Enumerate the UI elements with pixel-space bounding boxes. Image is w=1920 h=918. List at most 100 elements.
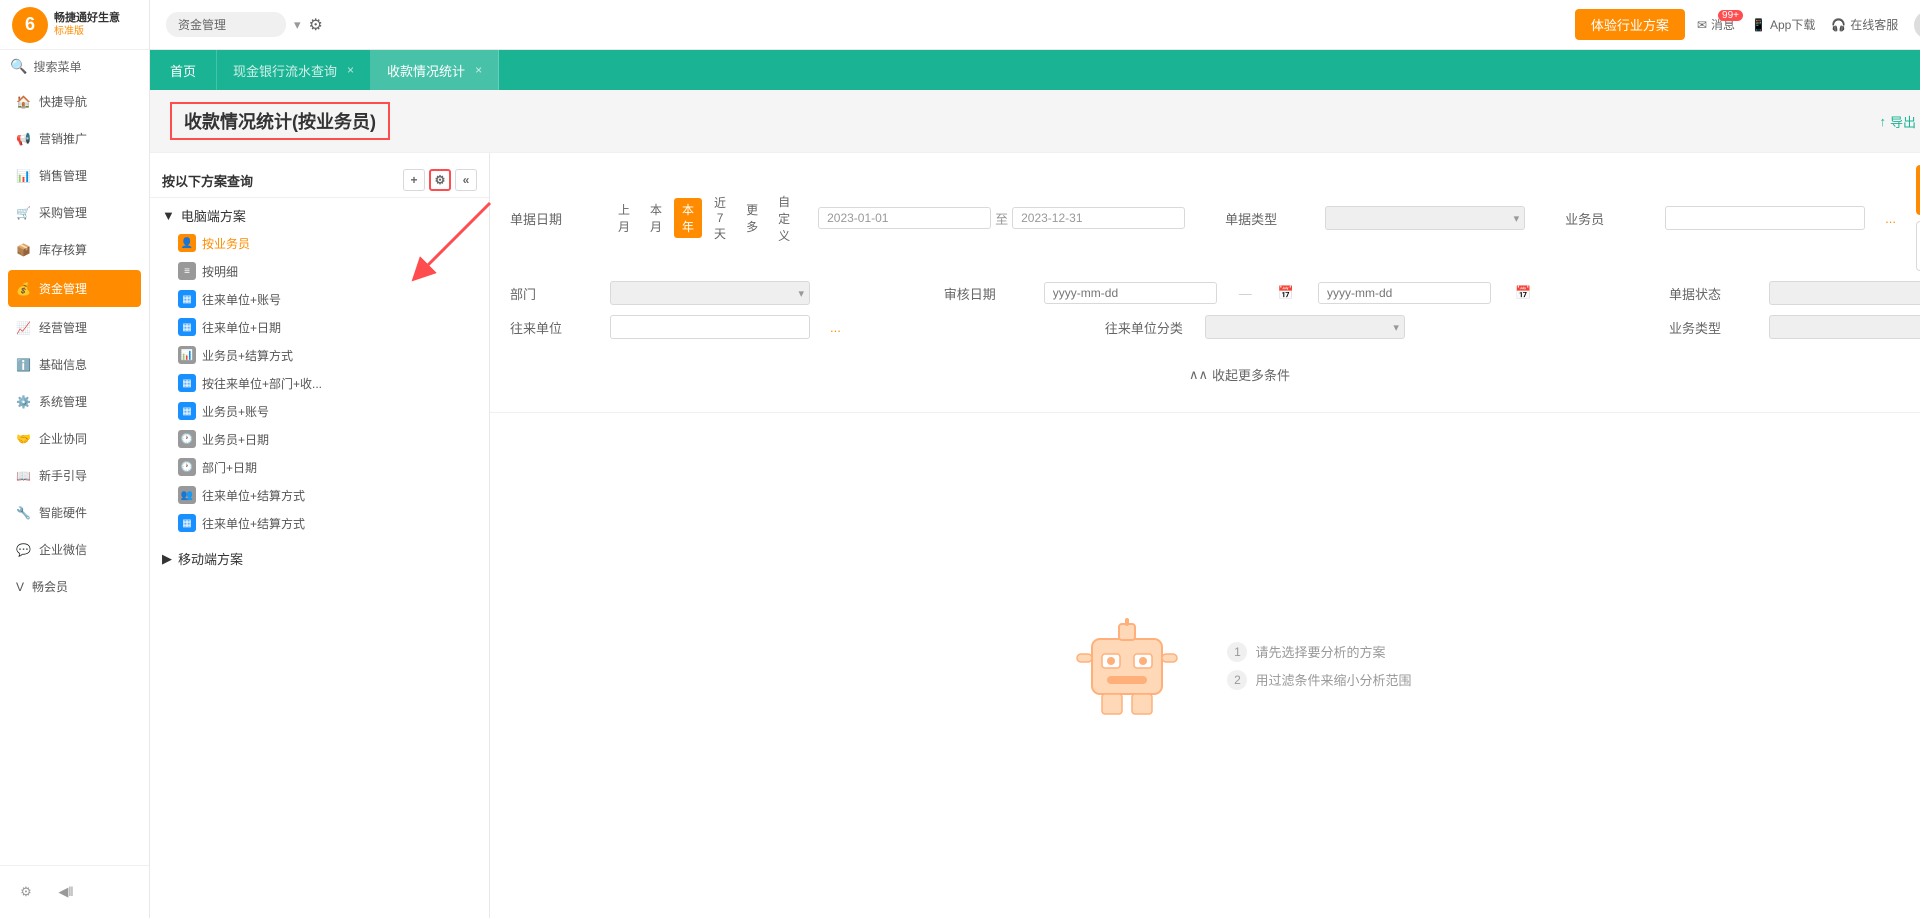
main-content: 资金管理 ▾ ⚙ 体验行业方案 ✉ 消息 99+ 📱 App下载 🎧 在线客服 … xyxy=(150,0,1920,918)
voucher-status-label: 单据状态 xyxy=(1669,284,1749,303)
breadcrumb-input[interactable]: 资金管理 xyxy=(166,12,286,37)
date-btn-last-month[interactable]: 上月 xyxy=(610,198,638,238)
close-bank-flow-tab-icon[interactable]: × xyxy=(347,63,354,77)
voucher-status-select-wrapper xyxy=(1769,281,1920,305)
date-btn-more[interactable]: 更多 xyxy=(738,198,766,238)
date-start-input[interactable] xyxy=(818,207,991,229)
sidebar-item-inventory[interactable]: 📦 库存核算 xyxy=(0,231,149,268)
empty-state-area: 1 请先选择要分析的方案 2 用过滤条件来缩小分析范围 xyxy=(490,413,1920,918)
marketing-icon: 📢 xyxy=(16,132,31,146)
panel-header: 按以下方案查询 + ⚙ « xyxy=(150,163,489,198)
close-collection-stat-tab-icon[interactable]: × xyxy=(475,63,482,77)
tip-item-2: 2 用过滤条件来缩小分析范围 xyxy=(1227,670,1411,690)
schema-item-salesman-settlement[interactable]: 📊 业务员+结算方式 xyxy=(150,341,489,369)
query-buttons: 查询 设置 xyxy=(1916,165,1920,271)
filter-row-dept: 部门 审核日期 — 📅 📅 单据状态 xyxy=(510,281,1920,305)
trial-button[interactable]: 体验行业方案 xyxy=(1575,9,1685,40)
export-button[interactable]: ↑ 导出 xyxy=(1880,112,1917,131)
search-menu[interactable]: 🔍 搜索菜单 xyxy=(0,50,149,83)
partner-category-select-wrapper xyxy=(1205,315,1405,339)
schema-item-salesman-account[interactable]: ▦ 业务员+账号 xyxy=(150,397,489,425)
review-date-end[interactable] xyxy=(1318,282,1491,304)
sidebar-item-purchase[interactable]: 🛒 采购管理 xyxy=(0,194,149,231)
sidebar-item-operations[interactable]: 📈 经营管理 xyxy=(0,309,149,346)
date-shortcuts: 上月 本月 本年 近7天 更多 自定义 xyxy=(610,190,798,247)
schema-item-partner-dept[interactable]: ▦ 按往来单位+部门+收... xyxy=(150,369,489,397)
salesman-date-icon: 🕐 xyxy=(178,430,196,448)
page-title: 收款情况统计(按业务员) xyxy=(170,102,390,140)
app-download-button[interactable]: 📱 App下载 xyxy=(1751,16,1815,33)
filter-row-partner: 往来单位 ... 往来单位分类 业务类型 xyxy=(510,315,1920,339)
date-end-input[interactable] xyxy=(1012,207,1185,229)
breadcrumb-area: 资金管理 ▾ ⚙ xyxy=(166,12,1563,37)
settings-button[interactable]: ⚙ xyxy=(10,876,42,908)
date-btn-this-month[interactable]: 本月 xyxy=(642,198,670,238)
sidebar-item-sales[interactable]: 📊 销售管理 xyxy=(0,157,149,194)
business-type-label: 业务类型 xyxy=(1669,318,1749,337)
settings-topbar-icon[interactable]: ⚙ xyxy=(309,15,323,35)
sidebar-item-marketing[interactable]: 📢 营销推广 xyxy=(0,120,149,157)
partner-label: 往来单位 xyxy=(510,318,590,337)
enterprise-icon: 🤝 xyxy=(16,432,31,446)
schema-item-by-detail[interactable]: ≡ 按明细 xyxy=(150,257,489,285)
review-date-start[interactable] xyxy=(1044,282,1217,304)
partner-more-btn[interactable]: ... xyxy=(830,320,841,335)
sidebar-item-finance[interactable]: 💰 资金管理 xyxy=(8,270,141,307)
voucher-status-select[interactable] xyxy=(1769,281,1920,305)
query-button[interactable]: 查询 xyxy=(1916,165,1920,215)
partner-settlement1-icon: 👥 xyxy=(178,486,196,504)
message-badge: 99+ xyxy=(1718,10,1743,21)
dept-select[interactable] xyxy=(610,281,810,305)
member-icon: V xyxy=(16,580,24,594)
add-schema-button[interactable]: + xyxy=(403,169,425,191)
tab-collection-stat[interactable]: 收款情况统计 × xyxy=(371,50,499,90)
phone-icon: 📱 xyxy=(1751,18,1766,32)
schema-item-partner-account[interactable]: ▦ 往来单位+账号 xyxy=(150,285,489,313)
partner-category-label: 往来单位分类 xyxy=(1105,318,1185,337)
user-avatar[interactable] xyxy=(1914,11,1920,39)
sidebar-item-member[interactable]: V 畅会员 xyxy=(0,568,149,605)
schema-item-by-salesman[interactable]: 👤 按业务员 xyxy=(150,229,489,257)
message-button[interactable]: ✉ 消息 99+ xyxy=(1697,16,1735,33)
partner-input[interactable] xyxy=(610,315,810,339)
business-type-select[interactable] xyxy=(1769,315,1920,339)
salesman-more-btn[interactable]: ... xyxy=(1885,211,1896,226)
dept-date-icon: 🕐 xyxy=(178,458,196,476)
collapse-more-btn[interactable]: ∧∧ 收起更多条件 xyxy=(1189,365,1290,384)
sidebar-item-system[interactable]: ⚙️ 系统管理 xyxy=(0,383,149,420)
date-btn-this-year[interactable]: 本年 xyxy=(674,198,702,238)
search-icon: 🔍 xyxy=(10,58,27,75)
sidebar-item-wechat[interactable]: 💬 企业微信 xyxy=(0,531,149,568)
desktop-group-header[interactable]: ▼ 电脑端方案 xyxy=(150,202,489,229)
sidebar-item-quick-nav[interactable]: 🏠 快捷导航 xyxy=(0,83,149,120)
logo-area: 6 畅捷通好生意 标准版 xyxy=(0,0,149,50)
date-btn-custom[interactable]: 自定义 xyxy=(770,190,798,247)
partner-date-icon: ▦ xyxy=(178,318,196,336)
sidebar-item-hardware[interactable]: 🔧 智能硬件 xyxy=(0,494,149,531)
filter-setting-button[interactable]: 设置 xyxy=(1916,221,1920,271)
partner-category-select[interactable] xyxy=(1205,315,1405,339)
collapse-sidebar-button[interactable]: ◀‖ xyxy=(50,876,82,908)
sidebar-item-guide[interactable]: 📖 新手引导 xyxy=(0,457,149,494)
logo-icon: 6 xyxy=(12,7,48,43)
collapse-panel-button[interactable]: « xyxy=(455,169,477,191)
tab-home[interactable]: 首页 xyxy=(150,50,217,90)
tab-bank-flow[interactable]: 现金银行流水查询 × xyxy=(217,50,371,90)
schema-item-partner-settlement1[interactable]: 👥 往来单位+结算方式 xyxy=(150,481,489,509)
online-service-button[interactable]: 🎧 在线客服 xyxy=(1831,16,1898,33)
sidebar-item-enterprise[interactable]: 🤝 企业协同 xyxy=(0,420,149,457)
schema-item-dept-date[interactable]: 🕐 部门+日期 xyxy=(150,453,489,481)
schema-item-partner-settlement2[interactable]: ▦ 往来单位+结算方式 xyxy=(150,509,489,537)
date-btn-7days[interactable]: 近7天 xyxy=(706,191,734,245)
breadcrumb-arrow-icon: ▾ xyxy=(294,17,301,33)
schema-item-salesman-date[interactable]: 🕐 业务员+日期 xyxy=(150,425,489,453)
sidebar-item-basic[interactable]: ℹ️ 基础信息 xyxy=(0,346,149,383)
schema-setting-button[interactable]: ⚙ xyxy=(429,169,451,191)
inventory-icon: 📦 xyxy=(16,243,31,257)
voucher-type-select[interactable] xyxy=(1325,206,1525,230)
schema-item-partner-date[interactable]: ▦ 往来单位+日期 xyxy=(150,313,489,341)
salesman-input[interactable] xyxy=(1665,206,1865,230)
salesman-label: 业务员 xyxy=(1565,209,1645,228)
date-range: 至 xyxy=(818,207,1185,229)
mobile-group-header[interactable]: ▶ 移动端方案 xyxy=(150,545,489,572)
